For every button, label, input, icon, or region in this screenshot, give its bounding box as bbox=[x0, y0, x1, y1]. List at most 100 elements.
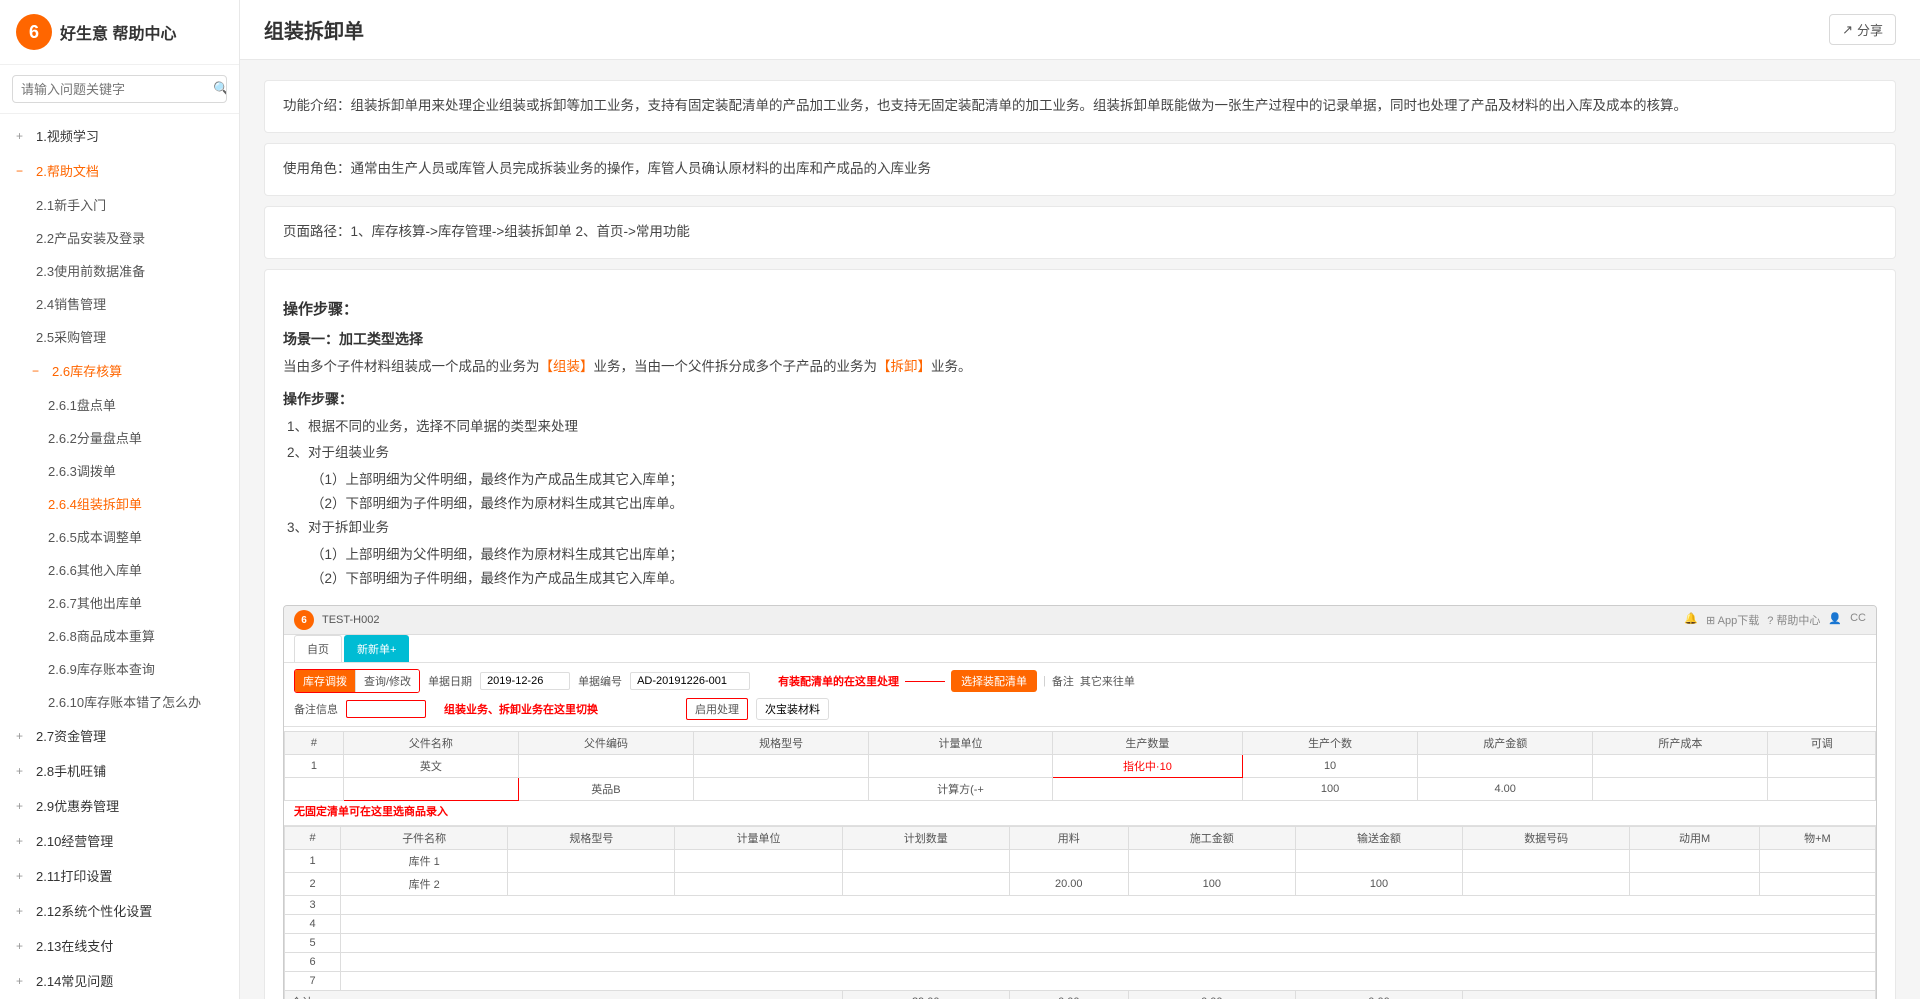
search-button[interactable]: 🔍 bbox=[205, 76, 227, 102]
ss-cell: 1 bbox=[285, 755, 344, 778]
highlight-disassembly: 【拆卸】 bbox=[877, 359, 931, 374]
ss-sub-cell bbox=[1128, 850, 1295, 873]
step-1: 1、根据不同的业务，选择不同单据的类型来处理 bbox=[283, 415, 1877, 439]
ss-sub-cell bbox=[508, 873, 675, 896]
ss-th-prod-qty: 生产数量 bbox=[1052, 732, 1242, 755]
sidebar-item-label-2-12: 2.12系统个性化设置 bbox=[36, 901, 152, 920]
sidebar-item-2-8[interactable]: 2.8手机旺铺 bbox=[0, 753, 239, 788]
ss-top-bar-text: TEST-H002 bbox=[322, 614, 379, 626]
ss-main-row-1: 1 英文 指化中·10 10 bbox=[285, 755, 1876, 778]
sidebar-item-2-9[interactable]: 2.9优惠券管理 bbox=[0, 788, 239, 823]
ss-sub-row-6: 6 bbox=[285, 953, 1876, 972]
ss-footer-empty bbox=[1463, 991, 1876, 999]
ss-sub-row-4: 4 bbox=[285, 915, 1876, 934]
sidebar-item-2-1[interactable]: 2.1新手入门 bbox=[0, 188, 239, 221]
sidebar-item-2-3[interactable]: 2.3使用前数据准备 bbox=[0, 254, 239, 287]
ss-icon-user: 👤 bbox=[1828, 612, 1842, 628]
sidebar-item-2-4[interactable]: 2.4销售管理 bbox=[0, 287, 239, 320]
sidebar-item-label-2-13: 2.13在线支付 bbox=[36, 936, 113, 955]
ss-sub-th-name: 子件名称 bbox=[341, 827, 508, 850]
step-2-1: （1）上部明细为父件明细，最终作为产成品生成其它入库单； bbox=[283, 468, 1877, 492]
expand-icon-2-7 bbox=[16, 729, 30, 743]
ss-cell: 指化中·10 bbox=[1052, 755, 1242, 778]
search-input[interactable] bbox=[13, 77, 205, 102]
sidebar-item-2-6-9[interactable]: 2.6.9库存账本查询 bbox=[0, 652, 239, 685]
sidebar-item-video[interactable]: 1.视频学习 bbox=[0, 118, 239, 153]
sidebar-item-2-6-7[interactable]: 2.6.7其他出库单 bbox=[0, 586, 239, 619]
ss-sub-cell: 100 bbox=[1128, 873, 1295, 896]
ss-sub-cell: 3 bbox=[285, 896, 341, 915]
ss-btn-select-list[interactable]: 选择装配清单 bbox=[951, 670, 1037, 692]
scene1-desc: 当由多个子件材料组装成一个成品的业务为【组装】业务，当由一个父件拆分成多个子产品… bbox=[283, 355, 1877, 379]
sidebar-item-2-5[interactable]: 2.5采购管理 bbox=[0, 320, 239, 353]
ss-order-label: 单据编号 bbox=[578, 673, 622, 689]
ss-tab-home[interactable]: 自页 bbox=[294, 635, 342, 662]
ss-cell bbox=[1593, 755, 1768, 778]
sidebar-item-2-6-6[interactable]: 2.6.6其他入库单 bbox=[0, 553, 239, 586]
sidebar-item-docs[interactable]: 2.帮助文档 bbox=[0, 153, 239, 188]
sidebar-item-2-6-4[interactable]: 2.6.4组装拆卸单 bbox=[0, 487, 239, 520]
step-3: 3、对于拆卸业务 bbox=[283, 516, 1877, 540]
main-area: 组装拆卸单 ↗ 分享 功能介绍：组装拆卸单用来处理企业组装或拆卸等加工业务，支持… bbox=[240, 0, 1920, 999]
sidebar-item-2-11[interactable]: 2.11打印设置 bbox=[0, 858, 239, 893]
ss-footer-val-1: 89.00 bbox=[842, 991, 1009, 999]
ss-sub-cell bbox=[508, 850, 675, 873]
ss-icon-help: ? 帮助中心 bbox=[1767, 612, 1820, 628]
ss-sub-th-dym: 动用M bbox=[1630, 827, 1760, 850]
func-intro-text: 功能介绍：组装拆卸单用来处理企业组装或拆卸等加工业务，支持有固定装配清单的产品加… bbox=[283, 98, 1687, 113]
ss-sub-cell-empty bbox=[341, 915, 1876, 934]
ss-sub-cell bbox=[675, 873, 842, 896]
sidebar-item-2-14[interactable]: 2.14常见问题 bbox=[0, 963, 239, 998]
ss-cell bbox=[285, 778, 344, 801]
ss-th-parent-name: 父件名称 bbox=[343, 732, 518, 755]
ss-btn-confirm[interactable]: 次宝装材料 bbox=[756, 698, 829, 720]
ss-sub-th-unit: 计量单位 bbox=[675, 827, 842, 850]
sidebar-item-2-6-5[interactable]: 2.6.5成本调整单 bbox=[0, 520, 239, 553]
ss-sub-row-5: 5 bbox=[285, 934, 1876, 953]
expand-icon-2-11 bbox=[16, 869, 30, 883]
sidebar-item-2-6-8[interactable]: 2.6.8商品成本重算 bbox=[0, 619, 239, 652]
page-title: 组装拆卸单 bbox=[264, 15, 364, 44]
ss-cell bbox=[1768, 778, 1876, 801]
ss-type-container: 库存调拨 查询/修改 bbox=[294, 669, 420, 693]
ss-order-input[interactable] bbox=[630, 672, 750, 690]
ss-type-option-2[interactable]: 查询/修改 bbox=[355, 670, 419, 692]
ss-sub-cell bbox=[1759, 873, 1875, 896]
ss-remark-label: 备注信息 bbox=[294, 701, 338, 717]
sidebar-item-2-6-10[interactable]: 2.6.10库存账本错了怎么办 bbox=[0, 685, 239, 718]
ss-sub-cell-empty bbox=[341, 972, 1876, 991]
sidebar-item-2-7[interactable]: 2.7资金管理 bbox=[0, 718, 239, 753]
ss-sub-cell bbox=[1759, 850, 1875, 873]
expand-icon-2-8 bbox=[16, 764, 30, 778]
logo-icon: 6 bbox=[16, 14, 52, 50]
sidebar-item-2-6-3[interactable]: 2.6.3调拨单 bbox=[0, 454, 239, 487]
content-area: 功能介绍：组装拆卸单用来处理企业组装或拆卸等加工业务，支持有固定装配清单的产品加… bbox=[240, 60, 1920, 999]
expand-icon-2-10 bbox=[16, 834, 30, 848]
ss-th-prod-count: 生产个数 bbox=[1243, 732, 1418, 755]
sidebar-item-2-12[interactable]: 2.12系统个性化设置 bbox=[0, 893, 239, 928]
sidebar-item-2-13[interactable]: 2.13在线支付 bbox=[0, 928, 239, 963]
expand-icon-video bbox=[16, 129, 30, 143]
scene1-steps-title: 操作步骤： bbox=[283, 389, 1877, 409]
ss-main-row-2: 英品B 计算方(-+ 100 4.00 bbox=[285, 778, 1876, 801]
share-button[interactable]: ↗ 分享 bbox=[1829, 14, 1896, 45]
ss-type-option-1[interactable]: 库存调拨 bbox=[295, 670, 355, 692]
sidebar-item-label-2-10: 2.10经营管理 bbox=[36, 831, 113, 850]
ss-date-input[interactable] bbox=[480, 672, 570, 690]
expand-icon-docs bbox=[16, 164, 30, 178]
sidebar-item-2-6[interactable]: 2.6库存核算 bbox=[0, 353, 239, 388]
ss-th-adjust: 可调 bbox=[1768, 732, 1876, 755]
sidebar: 6 好生意 帮助中心 🔍 1.视频学习 2.帮助文档 2.1新手入门 2.2产品… bbox=[0, 0, 240, 999]
ss-tab-new[interactable]: 新新单+ bbox=[344, 635, 409, 662]
ss-table-area: # 父件名称 父件编码 规格型号 计量单位 生产数量 生产个数 成产金额 所产成… bbox=[284, 727, 1876, 826]
ss-cell bbox=[694, 755, 869, 778]
ss-cell bbox=[343, 778, 518, 801]
sidebar-item-2-2[interactable]: 2.2产品安装及登录 bbox=[0, 221, 239, 254]
ss-sub-cell bbox=[1295, 850, 1462, 873]
ss-cell: 英文 bbox=[343, 755, 518, 778]
share-icon: ↗ bbox=[1842, 22, 1853, 38]
sidebar-item-2-6-2[interactable]: 2.6.2分量盘点单 bbox=[0, 421, 239, 454]
sidebar-item-2-10[interactable]: 2.10经营管理 bbox=[0, 823, 239, 858]
ss-remark-input[interactable] bbox=[346, 700, 426, 718]
sidebar-item-2-6-1[interactable]: 2.6.1盘点单 bbox=[0, 388, 239, 421]
